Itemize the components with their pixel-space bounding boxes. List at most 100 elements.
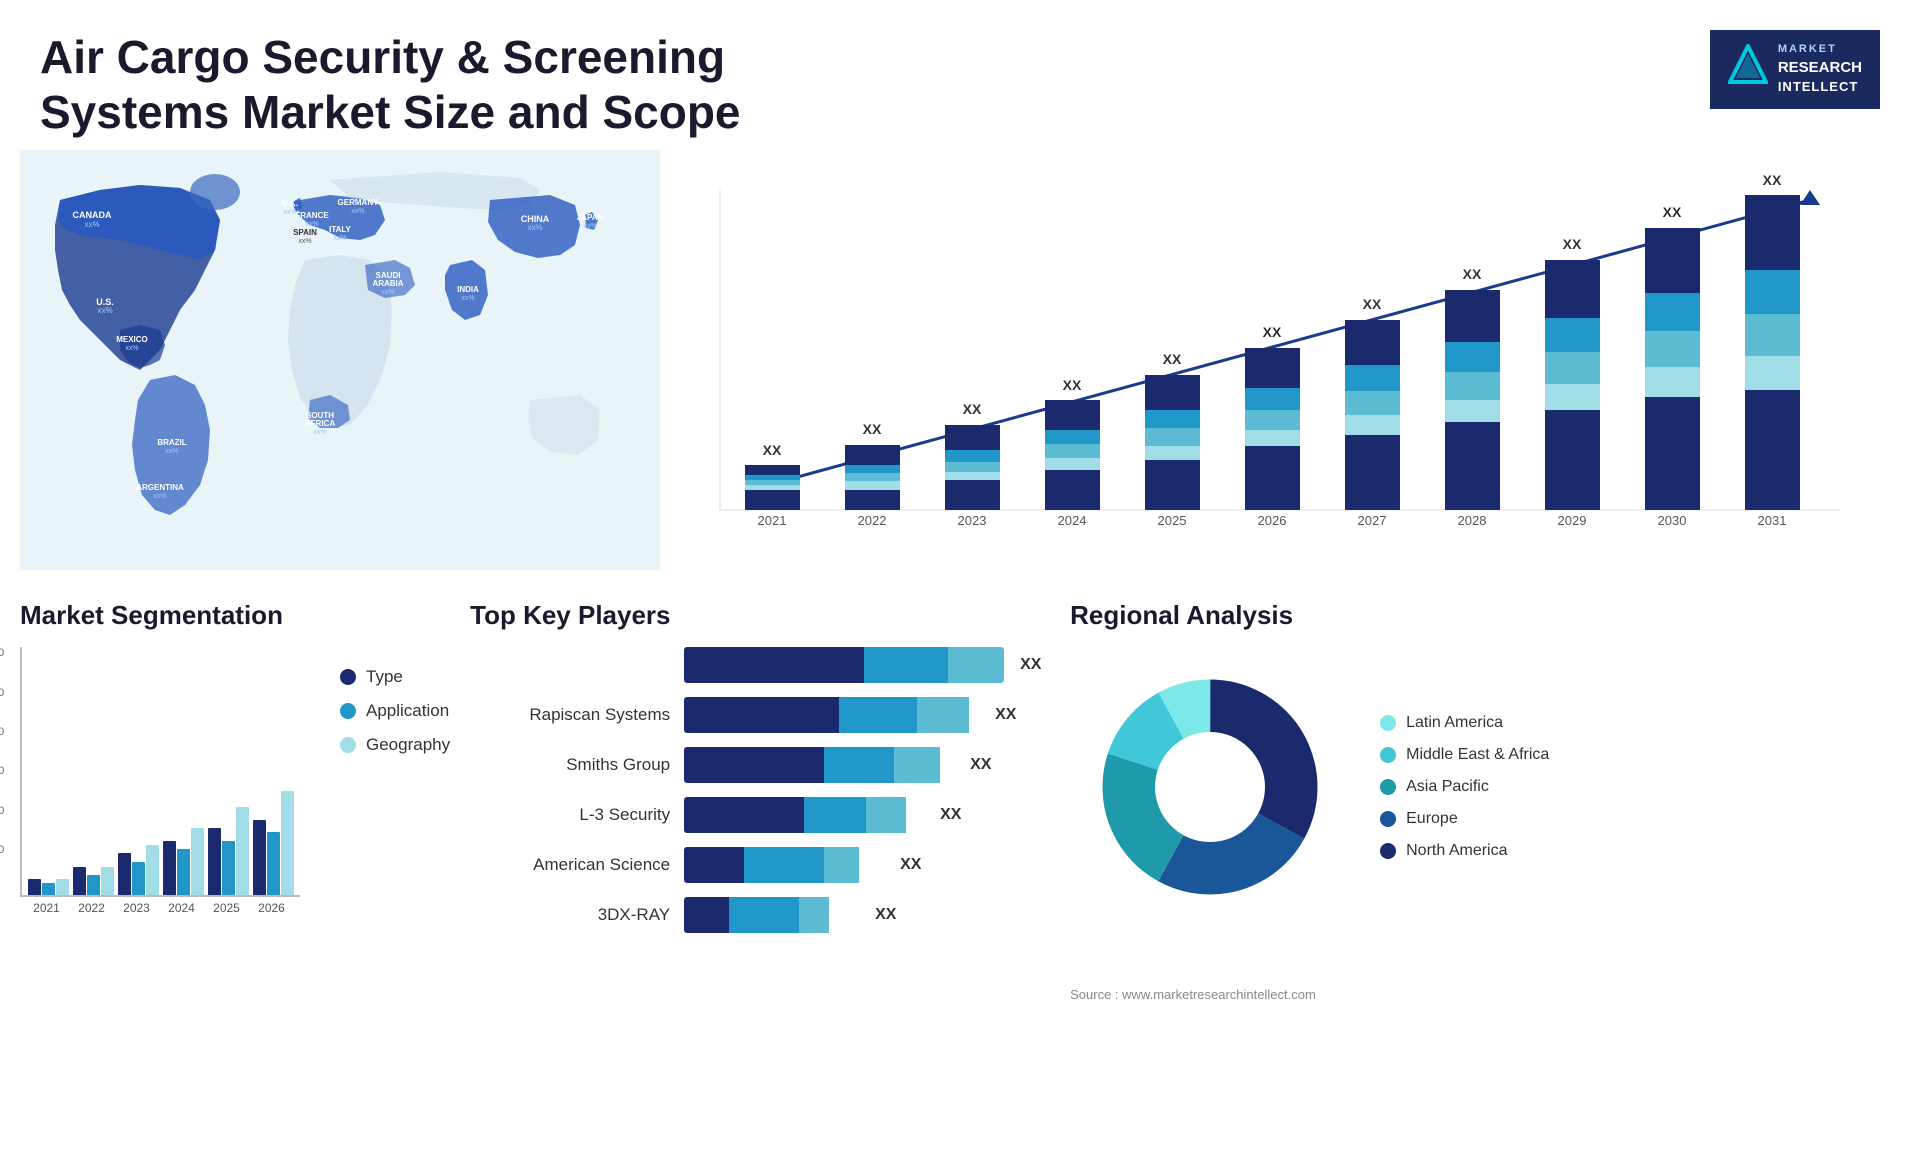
legend-label-geo: Geography	[366, 735, 450, 755]
bar-seg-mid	[744, 847, 824, 883]
legend-item-apac: Asia Pacific	[1380, 778, 1549, 796]
legend-label-latin: Latin America	[1406, 714, 1503, 732]
player-name-amsci: American Science	[470, 855, 670, 875]
svg-text:ITALY: ITALY	[329, 225, 351, 234]
growth-chart-wrapper: XX 2021 XX 2022 XX 2023	[690, 160, 1890, 550]
brand-top: MARKET	[1778, 42, 1862, 57]
svg-text:xx%: xx%	[153, 493, 166, 500]
bar-seg-light	[894, 747, 940, 783]
svg-text:xx%: xx%	[381, 289, 394, 296]
main-content: CANADA xx% U.S. xx% MEXICO xx% BRAZIL xx…	[0, 150, 1920, 580]
svg-text:xx%: xx%	[527, 223, 542, 232]
svg-text:2030: 2030	[1658, 513, 1687, 528]
seg-bar-type	[73, 867, 86, 895]
svg-text:XX: XX	[1463, 266, 1482, 282]
player-bar-stack-amsci	[684, 847, 884, 883]
regional-title: Regional Analysis	[1070, 600, 1900, 631]
regional-legend: Latin America Middle East & Africa Asia …	[1380, 714, 1549, 860]
bar-seg-light	[799, 897, 829, 933]
svg-text:XX: XX	[1363, 296, 1382, 312]
page-title: Air Cargo Security & Screening Systems M…	[40, 30, 840, 140]
seg-group-2026	[253, 791, 294, 895]
svg-text:XX: XX	[1163, 351, 1182, 367]
segmentation-title: Market Segmentation	[20, 600, 450, 631]
player-row-rapiscan: Rapiscan Systems XX	[470, 697, 1050, 733]
legend-dot-type	[340, 669, 356, 685]
seg-bar-app	[132, 862, 145, 895]
donut-svg	[1070, 647, 1350, 927]
svg-text:ARGENTINA: ARGENTINA	[136, 483, 184, 492]
bar-seg-mid	[824, 747, 894, 783]
bar-seg-mid	[804, 797, 866, 833]
player-xx-3dx: XX	[875, 906, 896, 924]
bar-seg-mid	[839, 697, 917, 733]
legend-label-type: Type	[366, 667, 403, 687]
svg-text:U.K.: U.K.	[282, 199, 298, 208]
svg-text:xx%: xx%	[125, 345, 138, 352]
svg-text:XX: XX	[1763, 172, 1782, 188]
logo-box: MARKET RESEARCH INTELLECT	[1710, 30, 1880, 109]
svg-text:2027: 2027	[1358, 513, 1387, 528]
legend-item-latin: Latin America	[1380, 714, 1549, 732]
seg-bar-type	[208, 828, 221, 895]
svg-text:ARABIA: ARABIA	[372, 279, 403, 288]
svg-text:xx%: xx%	[351, 208, 364, 215]
svg-text:xx%: xx%	[461, 295, 474, 302]
seg-bar-type	[118, 853, 131, 895]
player-bar-container-0: XX	[684, 647, 1041, 683]
bar-seg-light	[948, 647, 1004, 683]
map-section: CANADA xx% U.S. xx% MEXICO xx% BRAZIL xx…	[20, 150, 660, 580]
svg-text:AFRICA: AFRICA	[305, 419, 335, 428]
player-bar-stack-smiths	[684, 747, 954, 783]
player-bar-container-amsci: XX	[684, 847, 921, 883]
players-title: Top Key Players	[470, 600, 1050, 631]
bar-seg-dark	[684, 747, 824, 783]
growth-chart-svg: XX 2021 XX 2022 XX 2023	[690, 170, 1890, 560]
svg-text:XX: XX	[1263, 324, 1282, 340]
player-xx-0: XX	[1020, 656, 1041, 674]
legend-item-mea: Middle East & Africa	[1380, 746, 1549, 764]
bar-seg-dark	[684, 697, 839, 733]
seg-bar-geo	[146, 845, 159, 895]
players-section: Top Key Players XX Rapiscan Systems	[470, 600, 1050, 1150]
player-bar-container-l3: XX	[684, 797, 961, 833]
segmentation-section: Market Segmentation 60 50 40 30 20 10 0	[20, 600, 450, 1150]
legend-dot-europe	[1380, 811, 1396, 827]
bar-seg-light	[917, 697, 969, 733]
legend-dot-geo	[340, 737, 356, 753]
player-row-amsci: American Science XX	[470, 847, 1050, 883]
player-bar-container-rapiscan: XX	[684, 697, 1016, 733]
seg-bar-type	[253, 820, 266, 895]
player-xx-l3: XX	[940, 806, 961, 824]
regional-section: Regional Analysis	[1070, 600, 1900, 1150]
svg-text:XX: XX	[1563, 236, 1582, 252]
player-xx-smiths: XX	[970, 756, 991, 774]
svg-text:xx%: xx%	[313, 429, 326, 436]
svg-text:XX: XX	[863, 421, 882, 437]
player-bar-stack-l3	[684, 797, 924, 833]
seg-bar-app	[222, 841, 235, 895]
legend-dot-app	[340, 703, 356, 719]
seg-bars-container: 60 50 40 30 20 10 0	[20, 647, 300, 897]
seg-bar-app	[87, 875, 100, 895]
legend-dot-na	[1380, 843, 1396, 859]
svg-text:BRAZIL: BRAZIL	[157, 438, 186, 447]
seg-group-2024	[163, 828, 204, 895]
bar-seg-dark	[684, 847, 744, 883]
x-axis-labels: 2021 2022 2023 2024 2025 2026	[20, 901, 300, 915]
player-name-smiths: Smiths Group	[470, 755, 670, 775]
svg-text:xx%: xx%	[97, 306, 112, 315]
seg-content: 60 50 40 30 20 10 0	[20, 647, 450, 915]
svg-text:2026: 2026	[1258, 513, 1287, 528]
player-name-l3: L-3 Security	[470, 805, 670, 825]
donut-chart	[1070, 647, 1350, 927]
svg-text:XX: XX	[1063, 377, 1082, 393]
svg-text:XX: XX	[963, 401, 982, 417]
segmentation-legend: Type Application Geography	[340, 667, 450, 755]
svg-text:xx%: xx%	[298, 238, 311, 245]
svg-text:2022: 2022	[858, 513, 887, 528]
y-axis: 60 50 40 30 20 10 0	[0, 647, 4, 895]
svg-text:2021: 2021	[758, 513, 787, 528]
legend-label-app: Application	[366, 701, 449, 721]
svg-text:MEXICO: MEXICO	[116, 335, 148, 344]
